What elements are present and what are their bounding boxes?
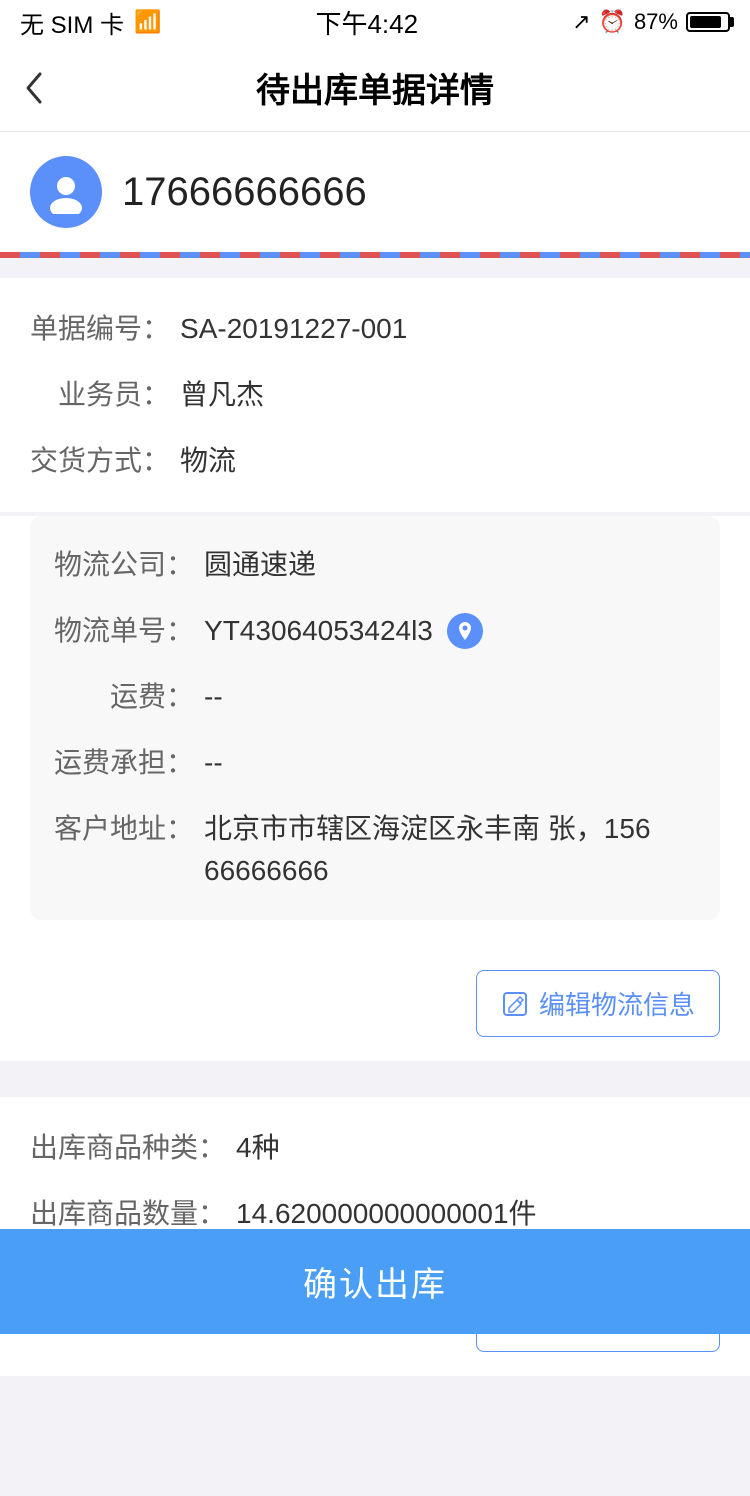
carrier-label: 无 SIM 卡	[20, 5, 124, 40]
freight-bearer-row: 运费承担： --	[54, 742, 696, 784]
user-header: 17666666666	[0, 132, 750, 252]
salesperson-row: 业务员： 曾凡杰	[30, 374, 720, 416]
avatar	[30, 156, 102, 228]
doc-number-label: 单据编号：	[30, 308, 180, 350]
freight-bearer-value: --	[204, 742, 696, 784]
separator-1	[0, 1061, 750, 1077]
tracking-location-icon[interactable]	[447, 613, 483, 649]
battery-percent: 87%	[634, 9, 678, 35]
goods-types-label: 出库商品种类：	[30, 1127, 236, 1169]
goods-types-row: 出库商品种类： 4种	[30, 1127, 720, 1169]
freight-label: 运费：	[54, 676, 204, 718]
address-value: 北京市市辖区海淀区永丰南 张，156 66666666	[204, 808, 696, 892]
salesperson-value: 曾凡杰	[180, 374, 720, 416]
location-status-icon: ↗	[572, 9, 590, 35]
salesperson-label: 业务员：	[30, 374, 180, 416]
dashed-divider	[0, 252, 750, 258]
bottom-spacer	[0, 1376, 750, 1496]
battery-icon	[686, 12, 730, 32]
page-title: 待出库单据详情	[256, 63, 494, 112]
address-label: 客户地址：	[54, 808, 204, 850]
status-bar: 无 SIM 卡 📶 下午4:42 ↗ ⏰ 87%	[0, 0, 750, 44]
delivery-method-label: 交货方式：	[30, 440, 180, 482]
doc-number-row: 单据编号： SA-20191227-001	[30, 308, 720, 350]
logistics-section: 物流公司： 圆通速递 物流单号： YT43064053424l3 运费： -- …	[0, 516, 750, 950]
wifi-icon: 📶	[134, 9, 161, 35]
status-time: 下午4:42	[315, 4, 418, 41]
goods-types-value: 4种	[236, 1127, 720, 1169]
nav-bar: 待出库单据详情	[0, 44, 750, 132]
status-right: ↗ ⏰ 87%	[572, 9, 730, 35]
document-info-section: 单据编号： SA-20191227-001 业务员： 曾凡杰 交货方式： 物流	[0, 278, 750, 512]
alarm-icon: ⏰	[599, 9, 626, 35]
address-row: 客户地址： 北京市市辖区海淀区永丰南 张，156 66666666	[54, 808, 696, 892]
logistics-company-label: 物流公司：	[54, 544, 204, 586]
status-left: 无 SIM 卡 📶	[20, 5, 161, 40]
back-button[interactable]	[24, 68, 48, 108]
freight-bearer-label: 运费承担：	[54, 742, 204, 784]
edit-logistics-label: 编辑物流信息	[539, 985, 695, 1022]
freight-value: --	[204, 676, 696, 718]
tracking-number-label: 物流单号：	[54, 610, 204, 652]
delivery-method-value: 物流	[180, 440, 720, 482]
tracking-number-row: 物流单号： YT43064053424l3	[54, 610, 696, 652]
confirm-button-wrap: 确认出库	[0, 1229, 750, 1334]
logistics-company-row: 物流公司： 圆通速递	[54, 544, 696, 586]
doc-number-value: SA-20191227-001	[180, 308, 720, 350]
logistics-inner: 物流公司： 圆通速递 物流单号： YT43064053424l3 运费： -- …	[30, 516, 720, 920]
edit-logistics-button[interactable]: 编辑物流信息	[476, 970, 720, 1037]
confirm-button[interactable]: 确认出库	[303, 1257, 447, 1306]
tracking-number-value: YT43064053424l3	[204, 610, 696, 652]
edit-logistics-row: 编辑物流信息	[0, 950, 750, 1061]
freight-row: 运费： --	[54, 676, 696, 718]
user-phone: 17666666666	[122, 170, 367, 215]
delivery-method-row: 交货方式： 物流	[30, 440, 720, 482]
logistics-company-value: 圆通速递	[204, 544, 696, 586]
